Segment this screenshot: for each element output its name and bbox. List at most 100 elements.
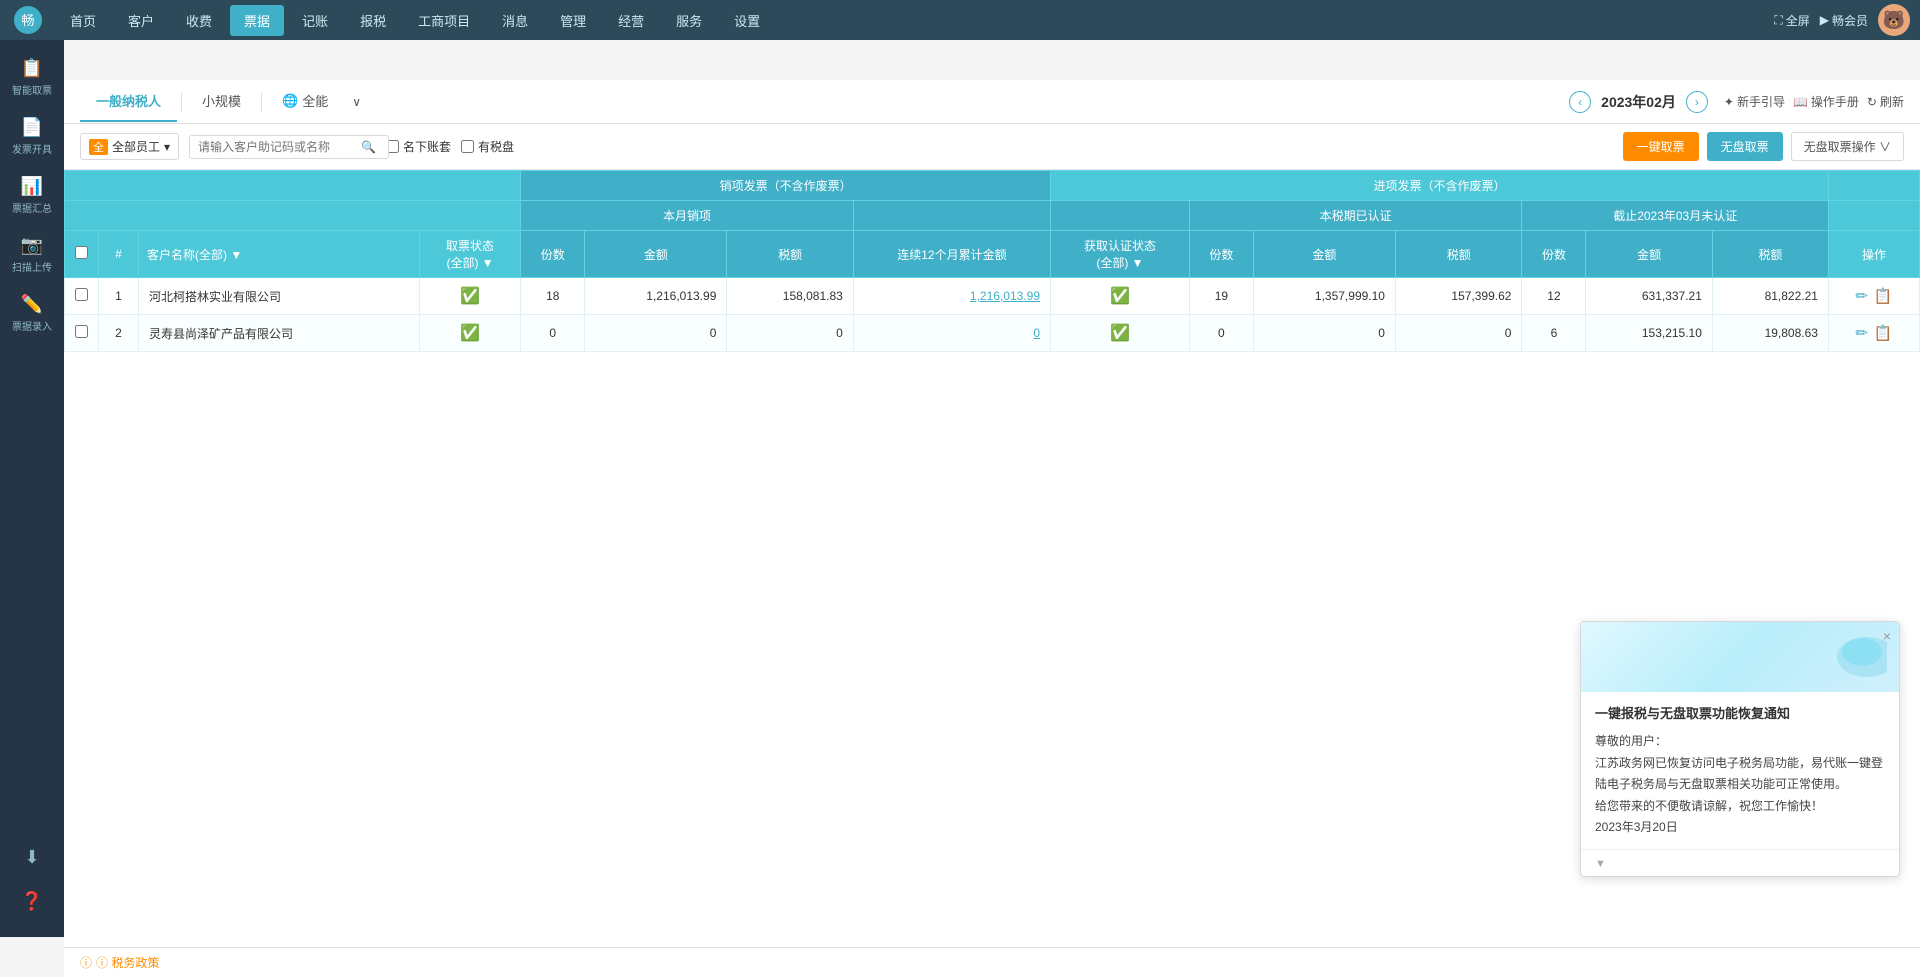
sidebar-bottom: ⬇ ❓ (2, 839, 62, 937)
invoice-table: 销项发票（不含作废票） 进项发票（不含作废票） 本月销项 本税期已认证 截止20… (64, 170, 1920, 352)
svg-text:畅: 畅 (21, 13, 34, 28)
nav-home[interactable]: 首页 (56, 5, 110, 36)
row1-status: ✅ (419, 278, 520, 315)
row2-sales-tax: 0 (727, 315, 853, 352)
no-disk-btn[interactable]: 无盘取票 (1707, 132, 1783, 161)
date-prev-btn[interactable]: ‹ (1569, 91, 1591, 113)
date-nav: ‹ 2023年02月 › (1569, 91, 1708, 113)
tab-actions: ✦ 新手引导 📖 操作手册 ↻ 刷新 (1724, 93, 1904, 110)
member-btn[interactable]: ▶ 畅会员 (1820, 12, 1868, 29)
nav-settings[interactable]: 设置 (720, 5, 774, 36)
popup-header: × (1581, 622, 1899, 692)
refresh-btn[interactable]: ↻ 刷新 (1867, 93, 1904, 110)
filter-bar: 全 全部员工 ▾ 🔍 名下账套 有税盘 一键取票 无盘取票 无盘取票操作 ∨ (64, 124, 1920, 170)
row1-purchase-uncert-tax: 81,822.21 (1712, 278, 1828, 315)
top-nav-right: ⛶ 全屏 ▶ 畅会员 🐻 (1774, 4, 1910, 36)
search-icon[interactable]: 🔍 (361, 140, 376, 154)
employee-select[interactable]: 全 全部员工 ▾ (80, 133, 179, 160)
table-row: 2 灵寿县尚泽矿产品有限公司 ✅ 0 0 0 0 ✅ 0 0 0 6 (65, 315, 1920, 352)
row1-cumulative[interactable]: 1,216,013.99 (853, 278, 1050, 315)
row2-index: 2 (99, 315, 139, 352)
fullscreen-btn[interactable]: ⛶ 全屏 (1774, 12, 1809, 29)
tab-general-taxpayer[interactable]: 一般纳税人 (80, 81, 177, 122)
popup-close-btn[interactable]: × (1883, 628, 1891, 644)
tab-small-scale[interactable]: 小规模 (186, 81, 257, 122)
row2-status: ✅ (419, 315, 520, 352)
th-purchase-cert-status: 获取认证状态(全部) ▼ (1051, 231, 1190, 278)
popup-notification: × 一键报税与无盘取票功能恢复通知 尊敬的用户： 江苏政务网已恢复访问电子税务局… (1580, 621, 1900, 877)
search-input[interactable] (189, 135, 389, 159)
sidebar: 📋 智能取票 📄 发票开具 📊 票据汇总 📷 扫描上传 ✏️ 票据录入 ⬇ ❓ (0, 40, 64, 937)
tab-more-btn[interactable]: ∨ (344, 85, 369, 119)
sidebar-item-entry[interactable]: ✏️ 票据录入 (2, 286, 62, 341)
nav-tax[interactable]: 报税 (346, 5, 400, 36)
th-customer: 客户名称(全部) ▼ (139, 231, 420, 278)
popup-footer: ▼ (1581, 849, 1899, 876)
row1-edit-btn[interactable]: ✏ (1855, 287, 1868, 305)
nav-operation[interactable]: 经营 (604, 5, 658, 36)
manual-btn[interactable]: 📖 操作手册 (1793, 93, 1859, 110)
tax-disk-checkbox[interactable]: 有税盘 (461, 138, 514, 155)
avatar[interactable]: 🐻 (1878, 4, 1910, 36)
top-nav: 畅 首页 客户 收费 票据 记账 报税 工商项目 消息 管理 经营 服务 设置 … (0, 0, 1920, 40)
sidebar-help[interactable]: ❓ (2, 883, 62, 923)
nav-service[interactable]: 服务 (662, 5, 716, 36)
popup-scroll[interactable]: 尊敬的用户： 江苏政务网已恢复访问电子税务局功能，易代账一键登陆电子税务局与无盘… (1595, 731, 1885, 839)
select-all-checkbox[interactable] (75, 246, 88, 259)
sidebar-item-smart-invoice[interactable]: 📋 智能取票 (2, 50, 62, 105)
nav-fees[interactable]: 收费 (172, 5, 226, 36)
popup-decoration (1807, 632, 1887, 682)
row1-sales-count: 18 (521, 278, 585, 315)
row1-cert-icon: ✅ (1110, 288, 1130, 305)
th-empty (65, 171, 521, 201)
date-next-btn[interactable]: › (1686, 91, 1708, 113)
tab-all[interactable]: 🌐 全能 (266, 81, 344, 122)
th-purchase-uncert-amount: 金额 (1586, 231, 1712, 278)
row2-sales-amount: 0 (585, 315, 727, 352)
row1-customer: 河北柯搭林实业有限公司 (139, 278, 420, 315)
row1-purchase-cert-tax: 157,399.62 (1395, 278, 1521, 315)
row1-view-btn[interactable]: 📋 (1874, 287, 1893, 305)
nav-bookkeeping[interactable]: 记账 (288, 5, 342, 36)
popup-scroll-indicator: ▼ (1595, 858, 1606, 870)
row2-cumulative[interactable]: 0 (853, 315, 1050, 352)
subscribed-checkbox[interactable]: 名下账套 (386, 138, 451, 155)
sidebar-item-summary[interactable]: 📊 票据汇总 (2, 168, 62, 223)
row2-purchase-cert-status: ✅ (1051, 315, 1190, 352)
nav-message[interactable]: 消息 (488, 5, 542, 36)
sidebar-item-issue-invoice[interactable]: 📄 发票开具 (2, 109, 62, 164)
smart-invoice-icon: 📋 (21, 58, 43, 79)
book-icon: 📖 (1793, 95, 1808, 109)
row1-purchase-cert-count: 19 (1189, 278, 1253, 315)
th-purchase-uncert-count: 份数 (1522, 231, 1586, 278)
new-guide-btn[interactable]: ✦ 新手引导 (1724, 93, 1785, 110)
row2-view-btn[interactable]: 📋 (1874, 324, 1893, 342)
globe-icon: 🌐 (282, 93, 298, 109)
row2-purchase-uncert-count: 6 (1522, 315, 1586, 352)
nav-invoice[interactable]: 票据 (230, 5, 284, 36)
th-sales-amount: 金额 (585, 231, 727, 278)
row2-edit-btn[interactable]: ✏ (1855, 324, 1868, 342)
tax-policy-link[interactable]: ⓘ ⓘ 税务政策 (80, 954, 159, 971)
no-disk-ops-btn[interactable]: 无盘取票操作 ∨ (1791, 132, 1904, 161)
row2-checkbox[interactable] (65, 315, 99, 352)
row2-status-icon: ✅ (460, 325, 480, 342)
popup-apology: 给您带来的不便敬请谅解，祝您工作愉快！ (1595, 796, 1885, 818)
tab-divider-1 (181, 92, 182, 112)
sidebar-item-scan[interactable]: 📷 扫描上传 (2, 227, 62, 282)
top-nav-items: 首页 客户 收费 票据 记账 报税 工商项目 消息 管理 经营 服务 设置 (56, 5, 1774, 36)
help-icon: ❓ (21, 891, 43, 912)
th-sales-group: 销项发票（不含作废票） (521, 171, 1051, 201)
one-click-btn[interactable]: 一键取票 (1623, 132, 1699, 161)
nav-business[interactable]: 工商项目 (404, 5, 484, 36)
row1-checkbox[interactable] (65, 278, 99, 315)
row1-index: 1 (99, 278, 139, 315)
sidebar-download[interactable]: ⬇ (2, 839, 62, 879)
th-action-group (1828, 171, 1919, 201)
table-row: 1 河北柯搭林实业有限公司 ✅ 18 1,216,013.99 158,081.… (65, 278, 1920, 315)
tab-bar: 一般纳税人 小规模 🌐 全能 ∨ ‹ 2023年02月 › ✦ 新手引导 📖 操… (64, 80, 1920, 124)
popup-content: 江苏政务网已恢复访问电子税务局功能，易代账一键登陆电子税务局与无盘取票相关功能可… (1595, 753, 1885, 796)
nav-admin[interactable]: 管理 (546, 5, 600, 36)
th-action: 操作 (1828, 231, 1919, 278)
nav-customer[interactable]: 客户 (114, 5, 168, 36)
